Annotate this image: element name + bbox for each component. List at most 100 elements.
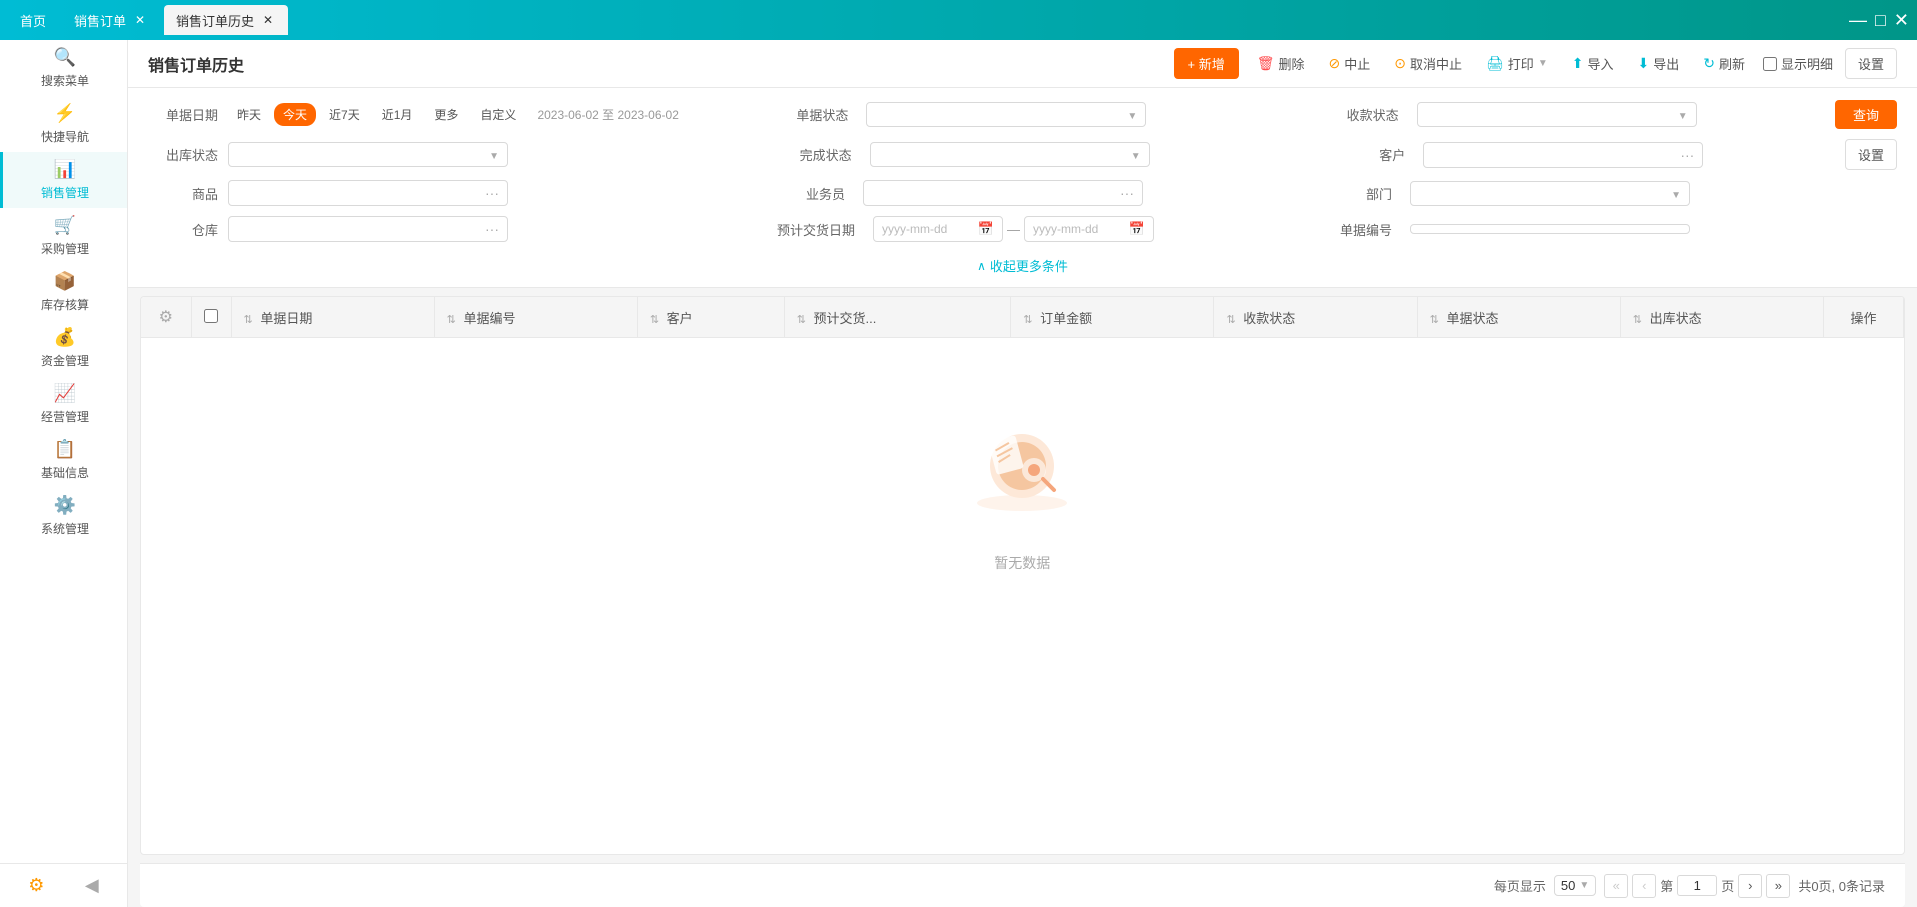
sidebar-settings-btn[interactable]: ⚙ (28, 875, 44, 896)
delete-button[interactable]: 🗑 删除 (1251, 50, 1311, 77)
goods-ellipsis-icon[interactable]: ··· (485, 185, 499, 201)
table-settings-icon[interactable]: ⚙ (159, 309, 173, 326)
print-button[interactable]: 🖨 打印 ▼ (1480, 50, 1554, 77)
customer-ellipsis-icon[interactable]: ··· (1680, 147, 1694, 163)
sidebar-item-purchase-mgmt[interactable]: 🛒 采购管理 (0, 208, 127, 264)
page-size-select[interactable]: 50 ▼ (1554, 875, 1596, 896)
th-date: 单据日期 (231, 297, 434, 338)
th-checkbox (191, 297, 231, 338)
display-toggle[interactable]: 显示明细 (1763, 54, 1833, 73)
sidebar-item-ops-mgmt[interactable]: 📈 经营管理 (0, 376, 127, 432)
add-button[interactable]: + 新增 (1174, 48, 1239, 79)
delivery-status-chevron-icon (489, 147, 499, 162)
delivery-status-sort-icon[interactable] (1633, 311, 1646, 326)
tab-home[interactable]: 首页 (8, 5, 58, 35)
sidebar-item-sys-mgmt[interactable]: ⚙️ 系统管理 (0, 488, 127, 544)
expected-delivery-sort-icon[interactable] (797, 311, 810, 326)
sidebar-item-sales-mgmt[interactable]: 📊 销售管理 (0, 152, 127, 208)
payment-status-select[interactable] (1417, 102, 1697, 127)
warehouse-label: 仓库 (148, 220, 228, 239)
expected-date-pair: yyyy-mm-dd 📅 — yyyy-mm-dd 📅 (873, 216, 1154, 242)
tab-sales-order[interactable]: 销售订单 ✕ (62, 5, 160, 35)
tab-sales-order-history[interactable]: 销售订单历史 ✕ (164, 5, 288, 35)
prev-page-btn[interactable]: ‹ (1632, 874, 1656, 898)
delivery-status-select[interactable] (228, 142, 508, 167)
date-tag-1month[interactable]: 近1月 (373, 103, 422, 126)
page-nav: « ‹ 第 页 › » (1604, 874, 1790, 898)
empty-state-row: 暂无数据 (141, 338, 1904, 654)
order-status-chevron-icon (1127, 107, 1137, 122)
sidebar-item-inventory-mgmt[interactable]: 📦 库存核算 (0, 264, 127, 320)
expected-date-to[interactable]: yyyy-mm-dd 📅 (1024, 216, 1154, 242)
current-page-input[interactable] (1677, 875, 1717, 896)
empty-svg (962, 418, 1082, 518)
collapse-filter-row[interactable]: ∧ 收起更多条件 (148, 252, 1897, 275)
settings-button-2[interactable]: 设置 (1845, 139, 1897, 170)
sidebar-item-basic-info[interactable]: 📋 基础信息 (0, 432, 127, 488)
tab-sales-order-history-close[interactable]: ✕ (260, 12, 276, 28)
date-sort-icon[interactable] (244, 311, 257, 326)
cancel-stop-button[interactable]: ⊙ 取消中止 (1388, 50, 1468, 77)
table-header-row: ⚙ 单据日期 单据编号 (141, 297, 1904, 338)
amount-sort-icon[interactable] (1023, 311, 1036, 326)
sidebar-item-finance-mgmt[interactable]: 💰 资金管理 (0, 320, 127, 376)
filter-row-2: 出库状态 完成状态 客户 (148, 139, 1897, 170)
next-page-btn[interactable]: › (1738, 874, 1762, 898)
sidebar-item-basic-info-label: 基础信息 (41, 464, 89, 481)
salesperson-ellipsis-icon[interactable]: ··· (1120, 185, 1134, 201)
th-settings: ⚙ (141, 297, 191, 338)
dept-select[interactable] (1410, 181, 1690, 206)
purchase-mgmt-icon: 🛒 (54, 215, 76, 236)
query-button[interactable]: 查询 (1835, 100, 1897, 129)
table-body: 暂无数据 (141, 338, 1904, 654)
dept-label: 部门 (1322, 184, 1402, 203)
sidebar-collapse-btn[interactable]: ◀ (85, 875, 99, 896)
close-btn[interactable]: ✕ (1894, 10, 1909, 31)
minimize-btn[interactable]: — (1849, 10, 1867, 31)
th-expected-delivery: 预计交货... (784, 297, 1011, 338)
refresh-button[interactable]: ↻ 刷新 (1697, 50, 1751, 77)
customer-input[interactable]: ··· (1423, 142, 1703, 168)
payment-status-sort-icon[interactable] (1226, 311, 1239, 326)
date-tag-7days[interactable]: 近7天 (320, 103, 369, 126)
order-no-sort-icon[interactable] (447, 311, 460, 326)
settings-button[interactable]: 设置 (1845, 48, 1897, 79)
sidebar-item-search-menu[interactable]: 🔍 搜索菜单 (0, 40, 127, 96)
select-all-checkbox[interactable] (204, 309, 218, 323)
date-tag-yesterday[interactable]: 昨天 (228, 103, 270, 126)
delivery-status-label: 出库状态 (148, 145, 228, 164)
last-page-btn[interactable]: » (1766, 874, 1790, 898)
warehouse-ellipsis-icon[interactable]: ··· (485, 221, 499, 237)
import-button[interactable]: ⬆ 导入 (1566, 50, 1620, 77)
import-icon: ⬆ (1572, 55, 1584, 72)
order-status-label: 单据状态 (778, 105, 858, 124)
print-icon: 🖨 (1486, 55, 1504, 72)
expected-date-from[interactable]: yyyy-mm-dd 📅 (873, 216, 1003, 242)
print-dropdown-icon[interactable]: ▼ (1538, 58, 1548, 69)
window-controls: — □ ✕ (1849, 10, 1909, 31)
order-no-input[interactable] (1410, 224, 1690, 234)
sidebar-item-quick-nav[interactable]: ⚡ 快捷导航 (0, 96, 127, 152)
first-page-btn[interactable]: « (1604, 874, 1628, 898)
date-tags: 昨天 今天 近7天 近1月 更多 自定义 (228, 103, 525, 126)
goods-input[interactable]: ··· (228, 180, 508, 206)
display-toggle-checkbox[interactable] (1763, 57, 1777, 71)
maximize-btn[interactable]: □ (1875, 10, 1886, 31)
customer-sort-icon[interactable] (650, 311, 663, 326)
tab-sales-order-close[interactable]: ✕ (132, 12, 148, 28)
date-tag-custom[interactable]: 自定义 (471, 103, 525, 126)
warehouse-input[interactable]: ··· (228, 216, 508, 242)
date-tag-today[interactable]: 今天 (274, 103, 316, 126)
stop-button[interactable]: ⊘ 中止 (1323, 50, 1377, 77)
empty-illustration (962, 418, 1082, 537)
refresh-label: 刷新 (1719, 54, 1745, 73)
sidebar-item-inventory-mgmt-label: 库存核算 (41, 296, 89, 313)
date-tag-more[interactable]: 更多 (425, 103, 467, 126)
date-dash: — (1007, 222, 1020, 237)
salesperson-input[interactable]: ··· (863, 180, 1143, 206)
order-status-sort-icon[interactable] (1430, 311, 1443, 326)
page-label-after: 页 (1721, 876, 1734, 895)
export-button[interactable]: ⬇ 导出 (1631, 50, 1685, 77)
order-status-select[interactable] (866, 102, 1146, 127)
complete-status-select[interactable] (870, 142, 1150, 167)
